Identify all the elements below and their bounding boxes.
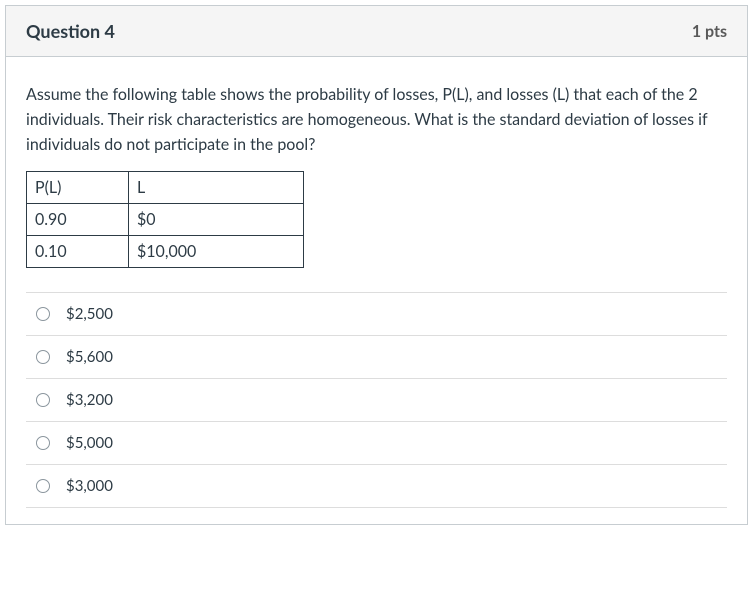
answer-option[interactable]: $5,600 <box>26 336 727 379</box>
question-prompt: Assume the following table shows the pro… <box>26 83 727 157</box>
answer-label: $3,000 <box>66 477 113 495</box>
table-header-pl: P(L) <box>27 172 129 204</box>
radio-icon[interactable] <box>36 436 50 450</box>
table-cell: $0 <box>129 204 304 236</box>
table-header-l: L <box>129 172 304 204</box>
question-points: 1 pts <box>692 22 727 41</box>
question-card: Question 4 1 pts Assume the following ta… <box>5 5 748 525</box>
radio-icon[interactable] <box>36 393 50 407</box>
table-row: 0.90 $0 <box>27 204 304 236</box>
answer-option[interactable]: $3,000 <box>26 465 727 508</box>
radio-icon[interactable] <box>36 479 50 493</box>
question-body: Assume the following table shows the pro… <box>6 57 747 524</box>
answer-label: $5,000 <box>66 434 113 452</box>
answer-label: $2,500 <box>66 305 113 323</box>
answer-list: $2,500 $5,600 $3,200 $5,000 $3,000 <box>26 292 727 508</box>
table-cell: 0.10 <box>27 236 129 268</box>
table-row: P(L) L <box>27 172 304 204</box>
table-cell: 0.90 <box>27 204 129 236</box>
radio-icon[interactable] <box>36 350 50 364</box>
answer-label: $3,200 <box>66 391 113 409</box>
table-cell: $10,000 <box>129 236 304 268</box>
answer-option[interactable]: $3,200 <box>26 379 727 422</box>
answer-label: $5,600 <box>66 348 113 366</box>
answer-option[interactable]: $5,000 <box>26 422 727 465</box>
table-row: 0.10 $10,000 <box>27 236 304 268</box>
question-title: Question 4 <box>26 20 115 42</box>
data-table: P(L) L 0.90 $0 0.10 $10,000 <box>26 171 304 268</box>
answer-option[interactable]: $2,500 <box>26 292 727 336</box>
question-header: Question 4 1 pts <box>6 6 747 57</box>
radio-icon[interactable] <box>36 307 50 321</box>
